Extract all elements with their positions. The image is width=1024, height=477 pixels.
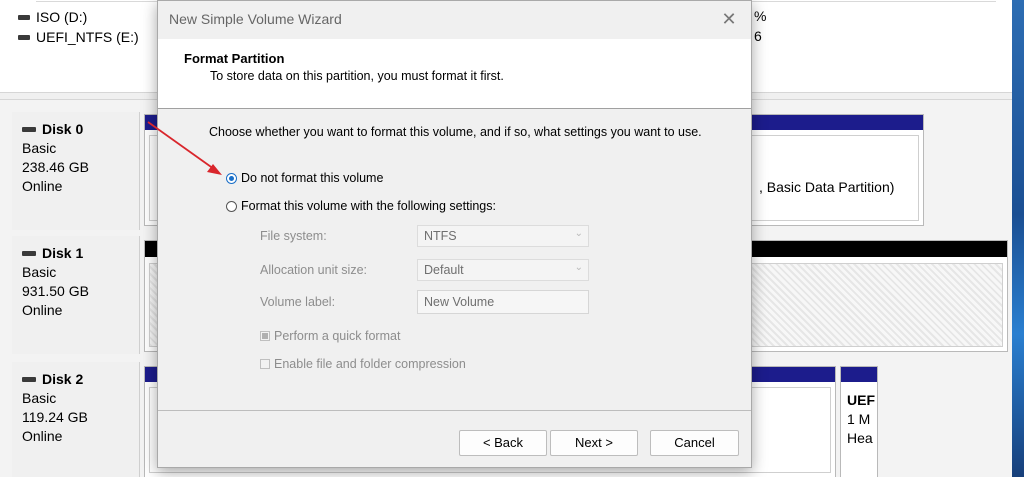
volume-row-uefi[interactable]: UEFI_NTFS (E:)	[18, 28, 139, 46]
disk-status: Online	[22, 428, 63, 444]
uefi-line: 1 M	[847, 411, 871, 427]
disk-type: Basic	[22, 390, 57, 406]
disk-0-label[interactable]: Disk 0 Basic 238.46 GB Online	[12, 112, 140, 230]
instruction-text: Choose whether you want to format this v…	[209, 125, 702, 139]
volume-name: ISO (D:)	[36, 9, 88, 25]
uefi-partition-text: UEF 1 M Hea	[847, 391, 875, 448]
chevron-down-icon: ⌄	[574, 262, 583, 273]
drive-icon	[22, 251, 36, 256]
disk-name: Disk 0	[22, 120, 129, 139]
checkbox-label: Enable file and folder compression	[274, 357, 466, 371]
cancel-button[interactable]: Cancel	[650, 430, 739, 456]
close-icon[interactable]: ✕	[717, 7, 741, 31]
wizard-header: Format Partition To store data on this p…	[158, 39, 751, 109]
back-button[interactable]: < Back	[459, 430, 547, 456]
drive-icon	[18, 14, 30, 20]
disk-status: Online	[22, 302, 63, 318]
wizard-titlebar[interactable]: New Simple Volume Wizard ✕	[158, 1, 751, 39]
page-title: Format Partition	[184, 51, 285, 66]
next-button[interactable]: Next >	[550, 430, 638, 456]
volume-label-input[interactable]: New Volume	[417, 290, 589, 314]
checkbox-checked-icon[interactable]	[260, 331, 270, 341]
file-system-select[interactable]: NTFS ⌄	[417, 225, 589, 247]
checkbox-label: Perform a quick format	[274, 329, 401, 343]
disk-1-label[interactable]: Disk 1 Basic 931.50 GB Online	[12, 236, 140, 354]
drive-icon	[22, 377, 36, 382]
volume-name: UEFI_NTFS (E:)	[36, 29, 139, 45]
disk-name: Disk 1	[22, 244, 129, 263]
drive-icon	[18, 34, 30, 40]
quick-format-checkbox[interactable]: Perform a quick format	[260, 329, 400, 343]
disk-type: Basic	[22, 140, 57, 156]
page-subtitle: To store data on this partition, you mus…	[210, 69, 504, 83]
volume-row-iso[interactable]: ISO (D:)	[18, 8, 87, 26]
volume-percent: 6	[754, 28, 762, 44]
partition-header-bar	[841, 367, 877, 382]
disk-name: Disk 2	[22, 370, 129, 389]
do-not-format-option[interactable]: Do not format this volume	[226, 171, 383, 185]
disk-size: 119.24 GB	[22, 409, 88, 425]
allocation-unit-select[interactable]: Default ⌄	[417, 259, 589, 281]
uefi-line: Hea	[847, 430, 873, 446]
wizard-body: Choose whether you want to format this v…	[158, 109, 751, 409]
allocation-unit-value: Default	[424, 263, 464, 277]
option-label: Format this volume with the following se…	[241, 199, 496, 213]
volume-label-label: Volume label:	[260, 295, 336, 309]
footer-divider	[158, 410, 751, 411]
file-system-value: NTFS	[424, 229, 457, 243]
disk-2-label[interactable]: Disk 2 Basic 119.24 GB Online	[12, 362, 140, 477]
disk-type: Basic	[22, 264, 57, 280]
checkbox-unchecked-icon[interactable]	[260, 359, 270, 369]
file-system-label: File system:	[260, 229, 327, 243]
format-volume-option[interactable]: Format this volume with the following se…	[226, 199, 496, 213]
disk-2-uefi-partition[interactable]: UEF 1 M Hea	[840, 366, 878, 477]
disk-status: Online	[22, 178, 63, 194]
partition-description: , Basic Data Partition)	[759, 179, 895, 195]
disk-name-text: Disk 0	[42, 121, 84, 137]
allocation-unit-label: Allocation unit size:	[260, 263, 368, 277]
uefi-line: UEF	[847, 392, 875, 408]
volume-percent: %	[754, 8, 767, 24]
disk-name-text: Disk 2	[42, 371, 84, 387]
option-label: Do not format this volume	[241, 171, 384, 185]
new-simple-volume-wizard: New Simple Volume Wizard ✕ Format Partit…	[157, 0, 752, 468]
disk-size: 238.46 GB	[22, 159, 89, 175]
radio-selected-icon[interactable]	[226, 172, 237, 184]
wizard-title: New Simple Volume Wizard	[169, 11, 342, 27]
drive-icon	[22, 127, 36, 132]
volume-label-value: New Volume	[424, 295, 495, 309]
compression-checkbox[interactable]: Enable file and folder compression	[260, 357, 466, 371]
disk-name-text: Disk 1	[42, 245, 84, 261]
radio-unselected-icon[interactable]	[226, 200, 237, 212]
chevron-down-icon: ⌄	[574, 228, 583, 239]
disk-size: 931.50 GB	[22, 283, 89, 299]
